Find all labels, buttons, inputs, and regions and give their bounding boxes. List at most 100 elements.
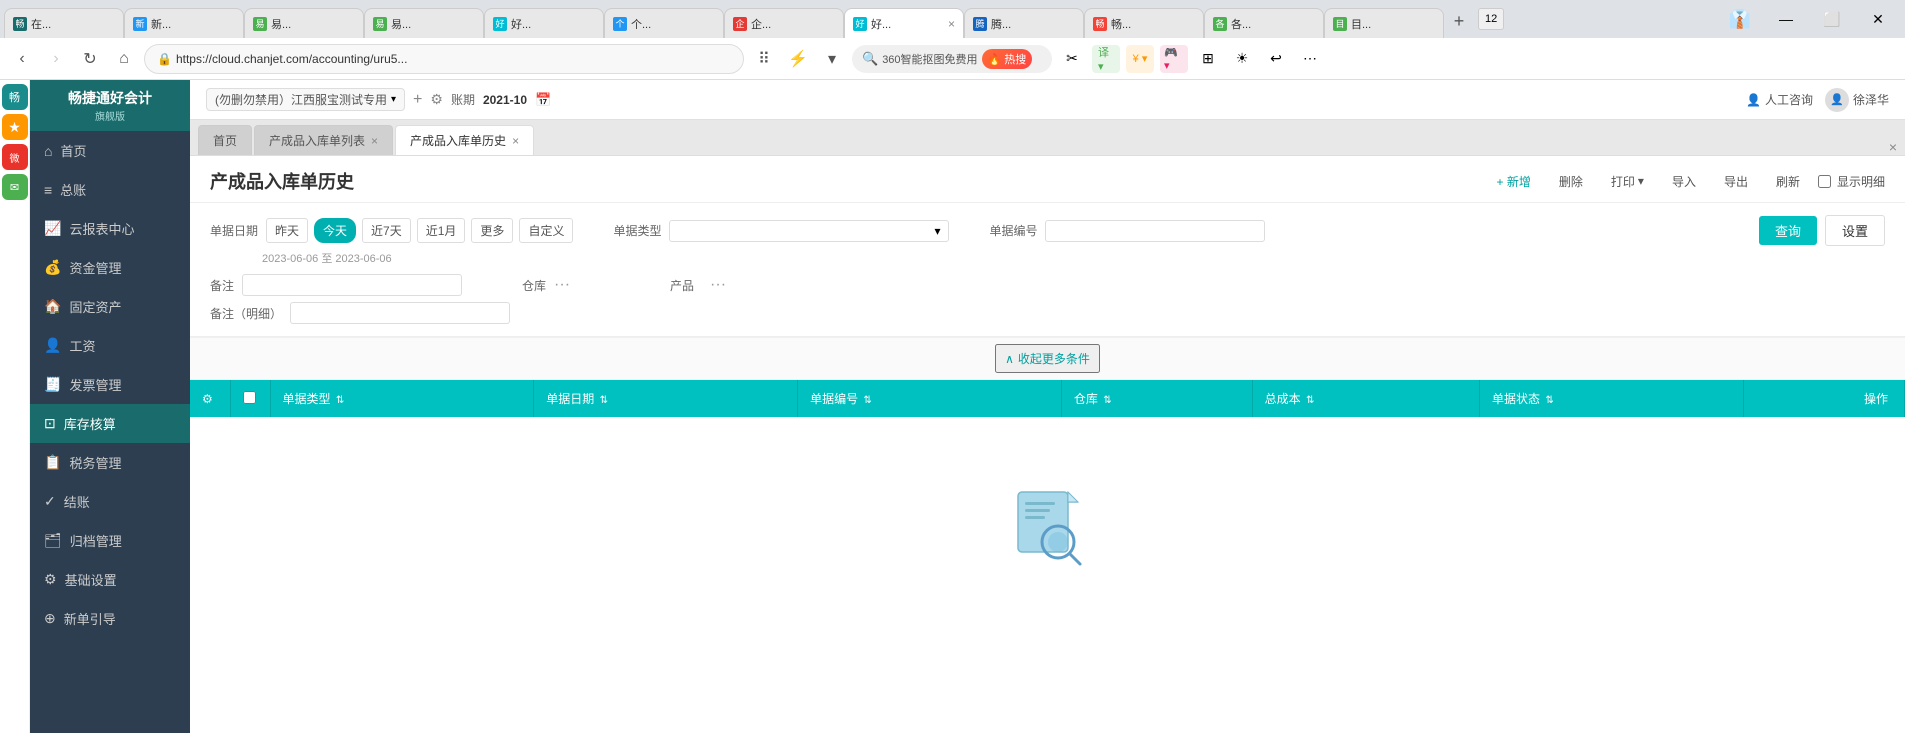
- search-bar[interactable]: 🔍 360智能抠图免费用 🔥 热搜: [852, 45, 1052, 73]
- sidebar-item-salary[interactable]: 👤 工资: [30, 326, 190, 365]
- bill-no-input[interactable]: [1045, 220, 1265, 242]
- date-btn-today[interactable]: 今天: [314, 218, 356, 243]
- game-icon[interactable]: 🎮 ▾: [1160, 45, 1188, 73]
- address-input[interactable]: 🔒 https://cloud.chanjet.com/accounting/u…: [144, 44, 744, 74]
- quick-icon-mail[interactable]: ✉: [2, 174, 28, 200]
- reload-button[interactable]: ↻: [76, 45, 104, 73]
- consultant-button[interactable]: 👤 人工咨询: [1746, 91, 1813, 108]
- minimize-button[interactable]: —: [1763, 3, 1809, 35]
- maximize-button[interactable]: ⬜: [1809, 3, 1855, 35]
- tab-item-tab7[interactable]: 企 企...: [724, 8, 844, 38]
- content-tab-list[interactable]: 产成品入库单列表 ×: [254, 125, 393, 155]
- currency-icon[interactable]: ¥ ▾: [1126, 45, 1154, 73]
- refresh-button[interactable]: 刷新: [1766, 169, 1810, 194]
- import-button[interactable]: 导入: [1662, 169, 1706, 194]
- settings-top-icon[interactable]: ⚙: [430, 91, 443, 108]
- quick-icon-star[interactable]: ★: [2, 114, 28, 140]
- col-bill-date[interactable]: 单据日期 ⇅: [534, 380, 798, 417]
- remark-input[interactable]: [242, 274, 462, 296]
- grid-icon[interactable]: ⊞: [1194, 45, 1222, 73]
- date-btn-7days[interactable]: 近7天: [362, 218, 411, 243]
- user-avatar[interactable]: 👤 徐泽华: [1825, 88, 1889, 112]
- close-window-button[interactable]: ✕: [1855, 3, 1901, 35]
- browser-menu-icon[interactable]: ⠿: [750, 45, 778, 73]
- product-dots[interactable]: ···: [710, 276, 726, 294]
- collapse-button[interactable]: ∧ 收起更多条件: [995, 344, 1100, 373]
- sidebar-item-home[interactable]: ⌂ 首页: [30, 131, 190, 170]
- sidebar-item-asset[interactable]: 🏠 固定资产: [30, 287, 190, 326]
- sidebar-item-checkout[interactable]: ✓ 结账: [30, 482, 190, 521]
- col-gear[interactable]: ⚙: [190, 380, 230, 417]
- tab-close-8[interactable]: ×: [948, 17, 955, 31]
- filter-settings-button[interactable]: 设置: [1825, 215, 1885, 246]
- sidebar-item-archive[interactable]: 🗂 归档管理: [30, 521, 190, 560]
- content-tab-history[interactable]: 产成品入库单历史 ×: [395, 125, 534, 155]
- col-bill-no[interactable]: 单据编号 ⇅: [798, 380, 1062, 417]
- col-total-cost[interactable]: 总成本 ⇅: [1252, 380, 1479, 417]
- date-btn-more[interactable]: 更多: [471, 218, 513, 243]
- new-button[interactable]: + 新增: [1487, 169, 1541, 194]
- tab-item-tab3[interactable]: 易 易...: [244, 8, 364, 38]
- date-btn-custom[interactable]: 自定义: [519, 218, 573, 243]
- home-nav-button[interactable]: ⌂: [110, 45, 138, 73]
- delete-button[interactable]: 删除: [1549, 169, 1593, 194]
- tab-item-tab2[interactable]: 新 新...: [124, 8, 244, 38]
- add-button[interactable]: +: [413, 91, 422, 109]
- tab-item-tab12[interactable]: 目 目...: [1324, 8, 1444, 38]
- remark-detail-input[interactable]: [290, 302, 510, 324]
- sidebar-item-fund[interactable]: 💰 资金管理: [30, 248, 190, 287]
- tab-item-tab4[interactable]: 易 易...: [364, 8, 484, 38]
- content-tab-history-close[interactable]: ×: [512, 134, 519, 148]
- tab-item-tab9[interactable]: 腾 腾...: [964, 8, 1084, 38]
- tab-item-tab6[interactable]: 个 个...: [604, 8, 724, 38]
- bill-type-select[interactable]: ▾: [669, 220, 949, 242]
- back-button[interactable]: ‹: [8, 45, 36, 73]
- translate-icon[interactable]: 译 ▾: [1092, 45, 1120, 73]
- col-bill-type[interactable]: 单据类型 ⇅: [270, 380, 534, 417]
- undo-icon[interactable]: ↩: [1262, 45, 1290, 73]
- dropdown-icon[interactable]: ▾: [818, 45, 846, 73]
- col-warehouse[interactable]: 仓库 ⇅: [1061, 380, 1252, 417]
- col-check[interactable]: [230, 380, 270, 417]
- tab-item-tab8-active[interactable]: 好 好... ×: [844, 8, 964, 38]
- theme-icon[interactable]: ☀: [1228, 45, 1256, 73]
- remark-detail-filter-group: 备注（明细）: [210, 302, 510, 324]
- warehouse-dots[interactable]: ···: [554, 276, 570, 294]
- sidebar-item-report[interactable]: 📈 云报表中心: [30, 209, 190, 248]
- tab-item-tab11[interactable]: 各 各...: [1204, 8, 1324, 38]
- new-tab-button[interactable]: +: [1444, 6, 1474, 36]
- date-btn-1month[interactable]: 近1月: [417, 218, 466, 243]
- profile-icon[interactable]: 👔: [1717, 3, 1763, 35]
- sidebar-item-tax[interactable]: 📋 税务管理: [30, 443, 190, 482]
- print-button[interactable]: 打印 ▾: [1601, 169, 1654, 194]
- show-col-checkbox[interactable]: [1818, 175, 1831, 188]
- quick-icon-chanjet[interactable]: 畅: [2, 84, 28, 110]
- date-btn-yesterday[interactable]: 昨天: [266, 218, 308, 243]
- sidebar-item-newbill[interactable]: ⊕ 新单引导: [30, 599, 190, 638]
- content-tab-home[interactable]: 首页: [198, 125, 252, 155]
- query-button[interactable]: 查询: [1759, 216, 1817, 245]
- calendar-icon[interactable]: 📅: [535, 92, 551, 108]
- select-all-checkbox[interactable]: [243, 391, 256, 404]
- col-warehouse-sort-icon: ⇅: [1103, 395, 1111, 406]
- tab-item-tab1[interactable]: 畅 在...: [4, 8, 124, 38]
- sidebar-item-inventory[interactable]: ⊡ 库存核算: [30, 404, 190, 443]
- page-content: 首页 › 产成品入库单列表 › 产成品入库单历史 产成品入库单历史 + 新增 删…: [190, 156, 1905, 733]
- forward-button[interactable]: ›: [42, 45, 70, 73]
- sidebar-item-basic[interactable]: ⚙ 基础设置: [30, 560, 190, 599]
- panel-close-icon[interactable]: ×: [1889, 139, 1897, 155]
- export-button[interactable]: 导出: [1714, 169, 1758, 194]
- show-col-checkbox-label[interactable]: 显示明细: [1818, 173, 1885, 190]
- sidebar-item-ledger[interactable]: ≡ 总账: [30, 170, 190, 209]
- content-tab-history-label: 产成品入库单历史: [410, 132, 506, 149]
- col-bill-status[interactable]: 单据状态 ⇅: [1479, 380, 1743, 417]
- lightning-icon[interactable]: ⚡: [784, 45, 812, 73]
- tab-item-tab5[interactable]: 好 好...: [484, 8, 604, 38]
- scissors-icon[interactable]: ✂: [1058, 45, 1086, 73]
- sidebar-item-invoice[interactable]: 🧾 发票管理: [30, 365, 190, 404]
- content-tab-list-close[interactable]: ×: [371, 134, 378, 148]
- more-icon[interactable]: ⋯: [1296, 45, 1324, 73]
- quick-icon-weibo[interactable]: 微: [2, 144, 28, 170]
- company-selector[interactable]: (勿删勿禁用）江西服宝测试专用 ▾: [206, 88, 405, 111]
- tab-item-tab10[interactable]: 畅 畅...: [1084, 8, 1204, 38]
